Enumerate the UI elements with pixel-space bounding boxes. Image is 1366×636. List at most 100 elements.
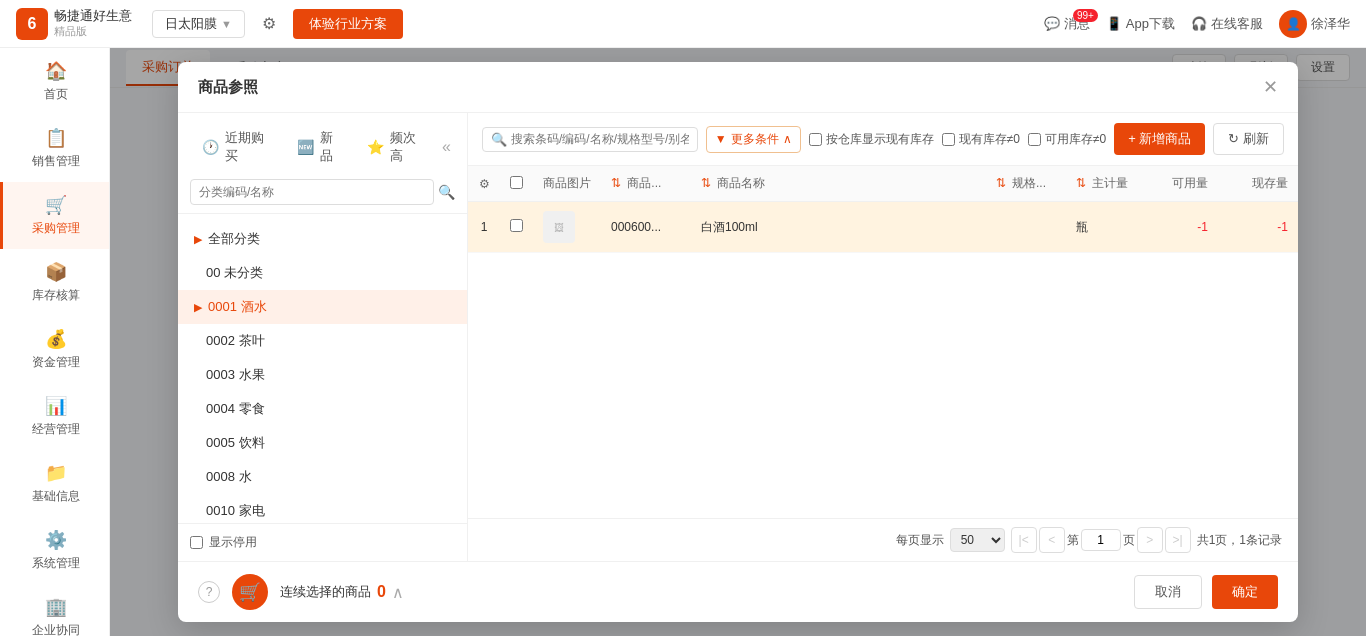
help-button[interactable]: ? bbox=[198, 581, 220, 603]
row-avail: -1 bbox=[1138, 202, 1218, 253]
system-icon: ⚙️ bbox=[45, 529, 67, 551]
category-item-0002[interactable]: 0002 茶叶 bbox=[178, 324, 467, 358]
modal-close-button[interactable]: ✕ bbox=[1263, 76, 1278, 98]
col-settings: ⚙ bbox=[468, 166, 500, 202]
logo-area: 6 畅捷通好生意 精品版 bbox=[16, 8, 132, 40]
row-no: 1 bbox=[468, 202, 500, 253]
tab-recent[interactable]: 🕐 近期购买 bbox=[190, 123, 285, 171]
main-area: 采购订单 采购入库 查询 刷新 设置 商品参照 ✕ bbox=[110, 48, 1366, 636]
row-img: 🖼 bbox=[533, 202, 601, 253]
sidebar-item-finance[interactable]: 💰 资金管理 bbox=[0, 316, 109, 383]
table-row[interactable]: 1 🖼 bbox=[468, 202, 1298, 253]
page-nav: |< < 第 页 > >| bbox=[1011, 527, 1191, 553]
stock-nonzero-checkbox[interactable] bbox=[942, 133, 955, 146]
modal-title: 商品参照 bbox=[198, 78, 258, 97]
row-unit: 瓶 bbox=[1066, 202, 1138, 253]
logo-icon: 6 bbox=[16, 8, 48, 40]
footer-buttons: 取消 确定 bbox=[1134, 575, 1278, 609]
product-search-icon: 🔍 bbox=[491, 132, 507, 147]
category-item-0003[interactable]: 0003 水果 bbox=[178, 358, 467, 392]
sidebar-item-enterprise[interactable]: 🏢 企业协同 bbox=[0, 584, 109, 636]
purchase-icon: 🛒 bbox=[45, 194, 67, 216]
category-search-input[interactable] bbox=[190, 179, 434, 205]
category-item-0010[interactable]: 0010 家电 bbox=[178, 494, 467, 523]
col-check bbox=[500, 166, 533, 202]
cancel-button[interactable]: 取消 bbox=[1134, 575, 1202, 609]
tab-frequent[interactable]: ⭐ 频次高 bbox=[355, 123, 438, 171]
left-footer: 显示停用 bbox=[178, 523, 467, 561]
filter-warehouse-check[interactable]: 按仓库显示现有库存 bbox=[809, 131, 934, 148]
category-search-icon[interactable]: 🔍 bbox=[438, 184, 455, 200]
row-checkbox[interactable] bbox=[510, 219, 523, 232]
sidebar-item-inventory[interactable]: 📦 库存核算 bbox=[0, 249, 109, 316]
filter-stock-nonzero-check[interactable]: 现有库存≠0 bbox=[942, 131, 1020, 148]
more-filter-button[interactable]: ▼ 更多条件 ∧ bbox=[706, 126, 801, 153]
sidebar-item-home[interactable]: 🏠 首页 bbox=[0, 48, 109, 115]
select-all-checkbox[interactable] bbox=[510, 176, 523, 189]
row-name: 白酒100ml bbox=[691, 202, 986, 253]
product-search-input[interactable] bbox=[511, 132, 689, 146]
modal-footer: ? 🛒 连续选择的商品 0 ∧ 取消 确定 bbox=[178, 561, 1298, 622]
category-item-00[interactable]: 00 未分类 bbox=[178, 256, 467, 290]
prev-page-button[interactable]: < bbox=[1039, 527, 1065, 553]
product-table-wrap: ⚙ 商品图片 bbox=[468, 166, 1298, 518]
message-button[interactable]: 💬 消息 99+ bbox=[1044, 15, 1090, 33]
sidebar-item-sales[interactable]: 📋 销售管理 bbox=[0, 115, 109, 182]
sidebar-item-business[interactable]: 📊 经营管理 bbox=[0, 383, 109, 450]
app-sub: 精品版 bbox=[54, 24, 132, 39]
last-page-button[interactable]: >| bbox=[1165, 527, 1191, 553]
add-product-button[interactable]: + 新增商品 bbox=[1114, 123, 1205, 155]
category-item-0001[interactable]: ▶ 0001 酒水 bbox=[178, 290, 467, 324]
show-disabled-label[interactable]: 显示停用 bbox=[209, 534, 257, 551]
settings-col-icon[interactable]: ⚙ bbox=[479, 177, 490, 191]
app-download-button[interactable]: 📱 App下载 bbox=[1106, 15, 1175, 33]
tab-new[interactable]: 🆕 新品 bbox=[285, 123, 355, 171]
pagination-bar: 每页显示 50 10 20 100 |< < 第 bbox=[468, 518, 1298, 561]
product-thumbnail: 🖼 bbox=[543, 211, 575, 243]
filter-icon: ▼ bbox=[715, 132, 727, 146]
col-stock: 现存量 bbox=[1218, 166, 1298, 202]
category-item-0004[interactable]: 0004 零食 bbox=[178, 392, 467, 426]
company-selector[interactable]: 日太阳膜 ▼ bbox=[152, 10, 245, 38]
avail-nonzero-checkbox[interactable] bbox=[1028, 133, 1041, 146]
left-collapse-button[interactable]: « bbox=[438, 134, 455, 160]
top-right-area: 💬 消息 99+ 📱 App下载 🎧 在线客服 👤 徐泽华 bbox=[1044, 10, 1350, 38]
page-input[interactable] bbox=[1081, 529, 1121, 551]
per-page-select[interactable]: 50 10 20 100 bbox=[950, 528, 1005, 552]
sidebar-item-purchase[interactable]: 🛒 采购管理 bbox=[0, 182, 109, 249]
settings-icon[interactable]: ⚙ bbox=[253, 8, 285, 40]
business-icon: 📊 bbox=[45, 395, 67, 417]
filter-avail-nonzero-check[interactable]: 可用库存≠0 bbox=[1028, 131, 1106, 148]
first-page-button[interactable]: |< bbox=[1011, 527, 1037, 553]
category-item-all[interactable]: ▶ 全部分类 bbox=[178, 222, 467, 256]
footer-collapse-icon[interactable]: ∧ bbox=[392, 583, 404, 602]
trial-button[interactable]: 体验行业方案 bbox=[293, 9, 403, 39]
toolbar-right: + 新增商品 ↻ 刷新 bbox=[1114, 123, 1284, 155]
col-unit: ⇅ 主计量 bbox=[1066, 166, 1138, 202]
confirm-button[interactable]: 确定 bbox=[1212, 575, 1278, 609]
sidebar-item-basic[interactable]: 📁 基础信息 bbox=[0, 450, 109, 517]
right-panel: 🔍 ▼ 更多条件 ∧ 按仓库显示现有库存 bbox=[468, 113, 1298, 561]
cart-button[interactable]: 🛒 bbox=[232, 574, 268, 610]
row-check bbox=[500, 202, 533, 253]
warehouse-checkbox[interactable] bbox=[809, 133, 822, 146]
col-name: ⇅ 商品名称 bbox=[691, 166, 986, 202]
sidebar-item-system[interactable]: ⚙️ 系统管理 bbox=[0, 517, 109, 584]
col-code: ⇅ 商品... bbox=[601, 166, 691, 202]
show-disabled-checkbox[interactable] bbox=[190, 536, 203, 549]
online-service-button[interactable]: 🎧 在线客服 bbox=[1191, 15, 1263, 33]
col-img: 商品图片 bbox=[533, 166, 601, 202]
refresh-table-button[interactable]: ↻ 刷新 bbox=[1213, 123, 1284, 155]
right-toolbar: 🔍 ▼ 更多条件 ∧ 按仓库显示现有库存 bbox=[468, 113, 1298, 166]
table-header-row: ⚙ 商品图片 bbox=[468, 166, 1298, 202]
category-item-0005[interactable]: 0005 饮料 bbox=[178, 426, 467, 460]
avatar: 👤 bbox=[1279, 10, 1307, 38]
next-page-button[interactable]: > bbox=[1137, 527, 1163, 553]
sidebar: 🏠 首页 📋 销售管理 🛒 采购管理 📦 库存核算 💰 资金管理 📊 经营管理 … bbox=[0, 48, 110, 636]
selected-info: 连续选择的商品 0 ∧ bbox=[280, 583, 404, 602]
category-item-0008[interactable]: 0008 水 bbox=[178, 460, 467, 494]
user-profile[interactable]: 👤 徐泽华 bbox=[1279, 10, 1350, 38]
frequent-icon: ⭐ bbox=[367, 139, 384, 155]
product-reference-modal: 商品参照 ✕ 🕐 近期购买 🆕 bbox=[178, 62, 1298, 622]
product-table: ⚙ 商品图片 bbox=[468, 166, 1298, 253]
